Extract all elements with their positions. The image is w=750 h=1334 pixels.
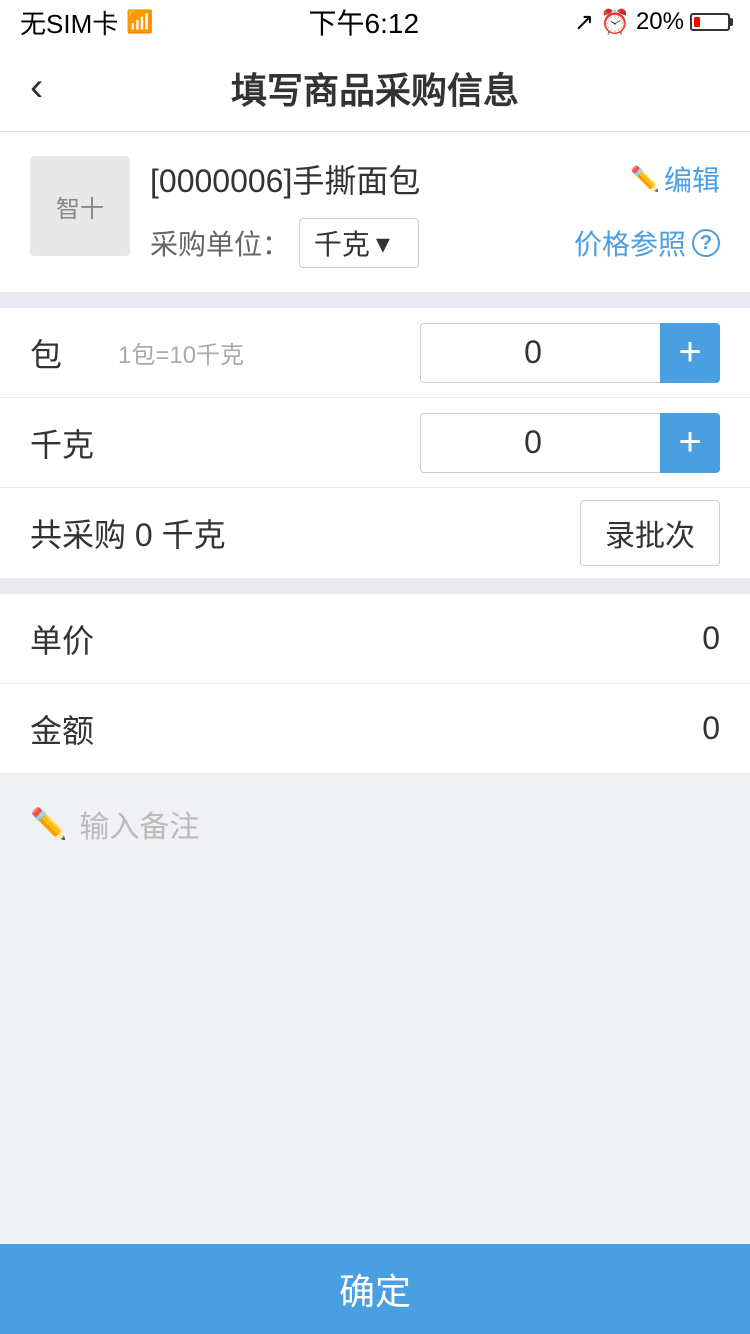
pack-quantity-input[interactable] (420, 323, 660, 383)
summary-row: 共采购 0 千克 录批次 (0, 488, 750, 578)
notes-section[interactable]: ✏️ 输入备注 (0, 774, 750, 874)
unit-price-value: 0 (702, 620, 720, 657)
back-button[interactable]: ‹ (30, 65, 43, 110)
wifi-icon: 📶 (126, 9, 153, 35)
price-ref-button[interactable]: 价格参照 ? (574, 223, 720, 263)
product-section: 智十 [0000006]手撕面包 ✏️ 编辑 采购单位： 千克 ▾ 价格参照 ? (0, 132, 750, 292)
nav-bar: ‹ 填写商品采购信息 (0, 44, 750, 132)
unit-selector-area: 采购单位： 千克 ▾ (150, 218, 419, 268)
edit-button[interactable]: ✏️ 编辑 (630, 159, 720, 199)
pack-plus-icon: + (678, 330, 701, 375)
dropdown-arrow-icon: ▾ (376, 227, 390, 260)
battery-percent: 20% (636, 8, 684, 36)
pack-plus-button[interactable]: + (660, 323, 720, 383)
edit-icon: ✏️ (630, 165, 660, 194)
status-time: 下午6:12 (309, 2, 420, 42)
notes-placeholder: 输入备注 (79, 802, 199, 846)
pack-input-controls: + (420, 323, 720, 383)
pack-label: 包 (30, 330, 110, 376)
unit-price-label: 单价 (30, 616, 94, 662)
kg-label: 千克 (30, 420, 110, 466)
unit-value: 千克 (314, 223, 370, 263)
unit-price-row: 单价 0 (0, 594, 750, 684)
info-section: 单价 0 金额 0 (0, 594, 750, 774)
kg-plus-icon: + (678, 420, 701, 465)
unit-select-button[interactable]: 千克 ▾ (299, 218, 419, 268)
product-details: [0000006]手撕面包 ✏️ 编辑 采购单位： 千克 ▾ 价格参照 ? (150, 156, 720, 268)
amount-label: 金额 (30, 706, 94, 752)
product-unit-row: 采购单位： 千克 ▾ 价格参照 ? (150, 218, 720, 268)
amount-value: 0 (702, 710, 720, 747)
price-ref-label: 价格参照 (574, 223, 686, 263)
price-ref-info-icon: ? (692, 229, 720, 257)
battery-icon (690, 13, 730, 31)
pack-sublabel: 1包=10千克 (118, 335, 244, 370)
kg-input-controls: + (420, 413, 720, 473)
empty-space (0, 874, 750, 1174)
kg-quantity-input[interactable] (420, 413, 660, 473)
edit-label: 编辑 (664, 159, 720, 199)
product-image: 智十 (30, 156, 130, 256)
pencil-icon: ✏️ (30, 807, 67, 842)
divider-2 (0, 578, 750, 594)
confirm-button-label: 确定 (339, 1263, 411, 1315)
kg-plus-button[interactable]: + (660, 413, 720, 473)
status-bar: 无SIM卡 📶 下午6:12 ↗ ⏰ 20% (0, 0, 750, 44)
pack-input-section: 包 1包=10千克 + 千克 + 共采购 0 千克 录批次 (0, 308, 750, 578)
divider-1 (0, 292, 750, 308)
batch-button[interactable]: 录批次 (580, 500, 720, 566)
status-left: 无SIM卡 📶 (20, 4, 154, 41)
amount-row: 金额 0 (0, 684, 750, 774)
unit-prefix-label: 采购单位： (150, 229, 290, 260)
status-right: ↗ ⏰ 20% (574, 8, 730, 37)
pack-input-row: 包 1包=10千克 + (0, 308, 750, 398)
confirm-button[interactable]: 确定 (0, 1244, 750, 1334)
summary-text: 共采购 0 千克 (30, 510, 226, 556)
location-icon: ↗ (574, 8, 594, 37)
page-title: 填写商品采购信息 (231, 62, 519, 114)
alarm-icon: ⏰ (600, 8, 630, 37)
product-header: [0000006]手撕面包 ✏️ 编辑 (150, 156, 720, 202)
kg-input-row: 千克 + (0, 398, 750, 488)
product-name: [0000006]手撕面包 (150, 156, 420, 202)
product-logo: 智十 (56, 189, 104, 224)
carrier-label: 无SIM卡 (20, 4, 118, 41)
